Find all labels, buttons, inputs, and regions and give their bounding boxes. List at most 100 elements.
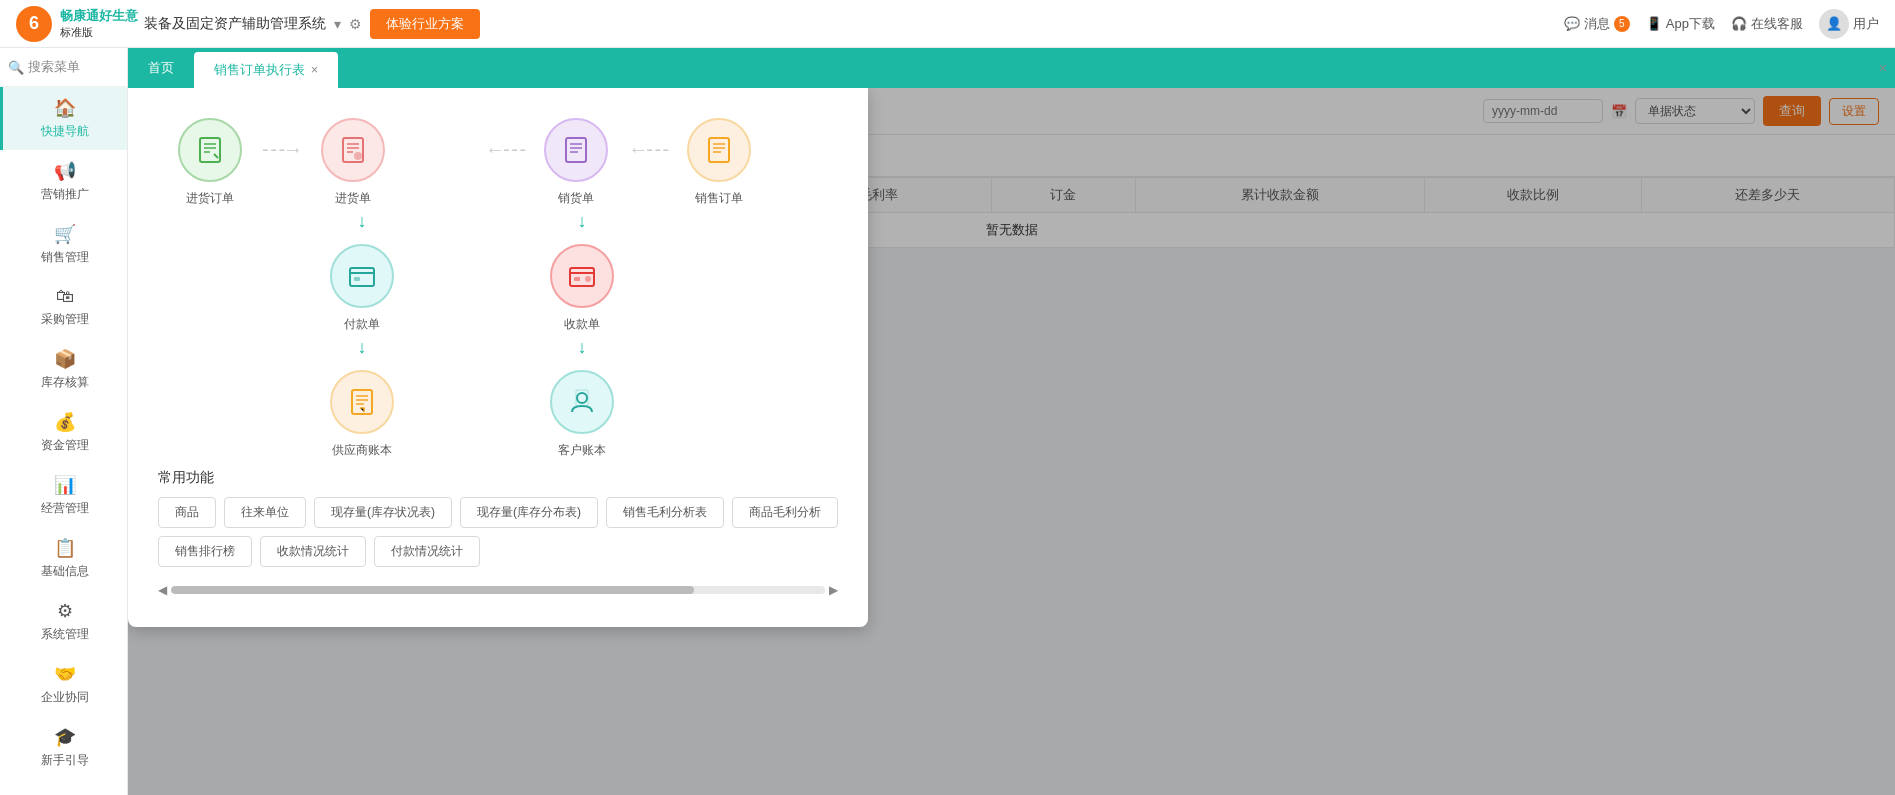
purchase-icon: 🛍 bbox=[56, 286, 74, 307]
sidebar-item-operations[interactable]: 📊 经营管理 bbox=[0, 464, 127, 527]
logo-icon: 6 bbox=[16, 6, 52, 42]
tab-close-icon[interactable]: × bbox=[311, 63, 318, 77]
finance-icon: 💰 bbox=[54, 411, 76, 433]
system-name: 装备及固定资产辅助管理系统 bbox=[144, 15, 326, 33]
sales-bill-node[interactable]: 销货单 bbox=[544, 118, 608, 207]
customer-ledger-label: 客户账本 bbox=[558, 442, 606, 459]
sidebar-search[interactable]: 🔍 搜索菜单 bbox=[0, 48, 127, 87]
svg-rect-24 bbox=[352, 390, 372, 414]
sidebar-item-quick-nav[interactable]: 🏠 快捷导航 bbox=[0, 87, 127, 150]
scrollbar-thumb bbox=[171, 586, 694, 594]
user-item[interactable]: 👤 用户 bbox=[1819, 9, 1879, 39]
flow-row-1: 进货订单 - - -→ bbox=[158, 118, 838, 207]
cf-btn-receipt-stats[interactable]: 收款情况统计 bbox=[260, 536, 366, 567]
down-arrow-customer: ↓ bbox=[578, 337, 587, 358]
payment-node[interactable]: ↓ 付款单 bbox=[330, 211, 394, 333]
cf-buttons-row2: 销售排行榜 收款情况统计 付款情况统计 bbox=[158, 536, 838, 567]
scroll-right-icon[interactable]: ▶ bbox=[829, 583, 838, 597]
cf-btn-goods[interactable]: 商品 bbox=[158, 497, 216, 528]
quick-nav-icon: 🏠 bbox=[54, 97, 76, 119]
purchase-bill-label: 进货单 bbox=[335, 190, 371, 207]
arrow-left-1: ←- - - bbox=[485, 138, 524, 161]
basic-icon: 📋 bbox=[54, 537, 76, 559]
system-icon: ⚙ bbox=[57, 600, 73, 622]
payment-label: 付款单 bbox=[344, 316, 380, 333]
supplier-ledger-node[interactable]: ↓ 供应商账本 bbox=[330, 337, 394, 459]
purchase-order-node[interactable]: 进货订单 bbox=[178, 118, 242, 207]
sidebar-item-inventory[interactable]: 📦 库存核算 bbox=[0, 338, 127, 401]
newbie-icon: 🎓 bbox=[54, 726, 76, 748]
sidebar-item-finance[interactable]: 💰 资金管理 bbox=[0, 401, 127, 464]
svg-rect-22 bbox=[574, 277, 580, 281]
sidebar-item-basic[interactable]: 📋 基础信息 bbox=[0, 527, 127, 590]
receipt-node[interactable]: ↓ 收款单 bbox=[550, 211, 614, 333]
purchase-bill-node[interactable]: 进货单 bbox=[321, 118, 385, 207]
sales-order-node[interactable]: 销售订单 bbox=[687, 118, 751, 207]
search-icon: 🔍 bbox=[8, 60, 24, 75]
down-arrow-supplier: ↓ bbox=[358, 337, 367, 358]
sidebar-item-sales[interactable]: 🛒 销售管理 bbox=[0, 213, 127, 276]
experience-btn[interactable]: 体验行业方案 bbox=[370, 9, 480, 39]
sidebar-item-purchase[interactable]: 🛍 采购管理 bbox=[0, 276, 127, 338]
receipt-label: 收款单 bbox=[564, 316, 600, 333]
sidebar-item-system[interactable]: ⚙ 系统管理 bbox=[0, 590, 127, 653]
cf-btn-partners[interactable]: 往来单位 bbox=[224, 497, 306, 528]
cf-btn-goods-profit-analysis[interactable]: 商品毛利分析 bbox=[732, 497, 838, 528]
sales-bill-circle[interactable] bbox=[544, 118, 608, 182]
svg-rect-19 bbox=[354, 277, 360, 281]
customer-service-item[interactable]: 🎧 在线客服 bbox=[1731, 15, 1803, 33]
tab-sales-order-exec[interactable]: 销售订单执行表 × bbox=[194, 52, 338, 88]
top-nav: 装备及固定资产辅助管理系统 ▾ ⚙ 体验行业方案 bbox=[144, 9, 1564, 39]
message-badge: 5 bbox=[1614, 16, 1630, 32]
enterprise-icon: 🤝 bbox=[54, 663, 76, 685]
svg-rect-20 bbox=[570, 268, 594, 286]
sidebar-item-marketing[interactable]: 📢 营销推广 bbox=[0, 150, 127, 213]
marketing-icon: 📢 bbox=[54, 160, 76, 182]
receipt-circle[interactable] bbox=[550, 244, 614, 308]
cf-title: 常用功能 bbox=[158, 469, 838, 487]
content-area: 首页 销售订单执行表 × × ❓ 帮助 🖨 按 bbox=[128, 48, 1895, 795]
sidebar: 🔍 搜索菜单 🏠 快捷导航 📢 营销推广 🛒 销售管理 🛍 采购管理 bbox=[0, 48, 128, 795]
payment-circle[interactable] bbox=[330, 244, 394, 308]
customer-ledger-circle[interactable] bbox=[550, 370, 614, 434]
headset-icon: 🎧 bbox=[1731, 16, 1747, 31]
cf-btn-current-stock-dist[interactable]: 现存量(库存分布表) bbox=[460, 497, 598, 528]
sidebar-item-enterprise[interactable]: 🤝 企业协同 bbox=[0, 653, 127, 716]
tab-bar: 首页 销售订单执行表 × × bbox=[128, 48, 1895, 88]
overlay[interactable]: 进货订单 - - -→ bbox=[128, 88, 1895, 795]
supplier-ledger-circle[interactable] bbox=[330, 370, 394, 434]
scrollbar-track[interactable] bbox=[171, 586, 825, 594]
quick-nav-modal: 进货订单 - - -→ bbox=[128, 88, 868, 627]
arrow-left-2: ←- - - bbox=[628, 138, 667, 161]
dropdown-icon[interactable]: ▾ bbox=[334, 16, 341, 32]
flow-diagram: 进货订单 - - -→ bbox=[158, 118, 838, 459]
cf-btn-sales-profit-analysis[interactable]: 销售毛利分析表 bbox=[606, 497, 724, 528]
cf-buttons-row1: 商品 往来单位 现存量(库存状况表) 现存量(库存分布表) 销售毛利分析表 商品… bbox=[158, 497, 838, 528]
search-inner[interactable]: 🔍 搜索菜单 bbox=[8, 58, 119, 76]
sales-order-circle[interactable] bbox=[687, 118, 751, 182]
purchase-order-label: 进货订单 bbox=[186, 190, 234, 207]
app-download-item[interactable]: 📱 App下载 bbox=[1646, 15, 1715, 33]
flow-row-3: ↓ 供应商账本 ↓ bbox=[158, 337, 838, 459]
purchase-bill-circle[interactable] bbox=[321, 118, 385, 182]
svg-rect-17 bbox=[350, 268, 374, 286]
tab-home[interactable]: 首页 bbox=[128, 48, 194, 88]
message-item[interactable]: 💬 消息 5 bbox=[1564, 15, 1630, 33]
message-icon: 💬 bbox=[1564, 16, 1580, 31]
svg-point-28 bbox=[577, 393, 587, 403]
sidebar-item-newbie[interactable]: 🎓 新手引导 bbox=[0, 716, 127, 779]
settings-icon[interactable]: ⚙ bbox=[349, 16, 362, 32]
svg-point-23 bbox=[585, 276, 591, 282]
modal-scrollbar: ◀ ▶ bbox=[158, 583, 838, 597]
tab-bar-close-btn[interactable]: × bbox=[1879, 60, 1887, 76]
cf-btn-payment-stats[interactable]: 付款情况统计 bbox=[374, 536, 480, 567]
logo-area: 6 畅康通好生意 标准版 bbox=[16, 6, 144, 42]
purchase-order-circle[interactable] bbox=[178, 118, 242, 182]
cf-btn-current-stock-status[interactable]: 现存量(库存状况表) bbox=[314, 497, 452, 528]
customer-ledger-node[interactable]: ↓ 客户账本 bbox=[550, 337, 614, 459]
cf-btn-sales-ranking[interactable]: 销售排行榜 bbox=[158, 536, 252, 567]
logo-text: 畅康通好生意 标准版 bbox=[60, 8, 138, 39]
scroll-left-icon[interactable]: ◀ bbox=[158, 583, 167, 597]
arrow-right-1: - - -→ bbox=[262, 138, 301, 161]
inventory-icon: 📦 bbox=[54, 348, 76, 370]
